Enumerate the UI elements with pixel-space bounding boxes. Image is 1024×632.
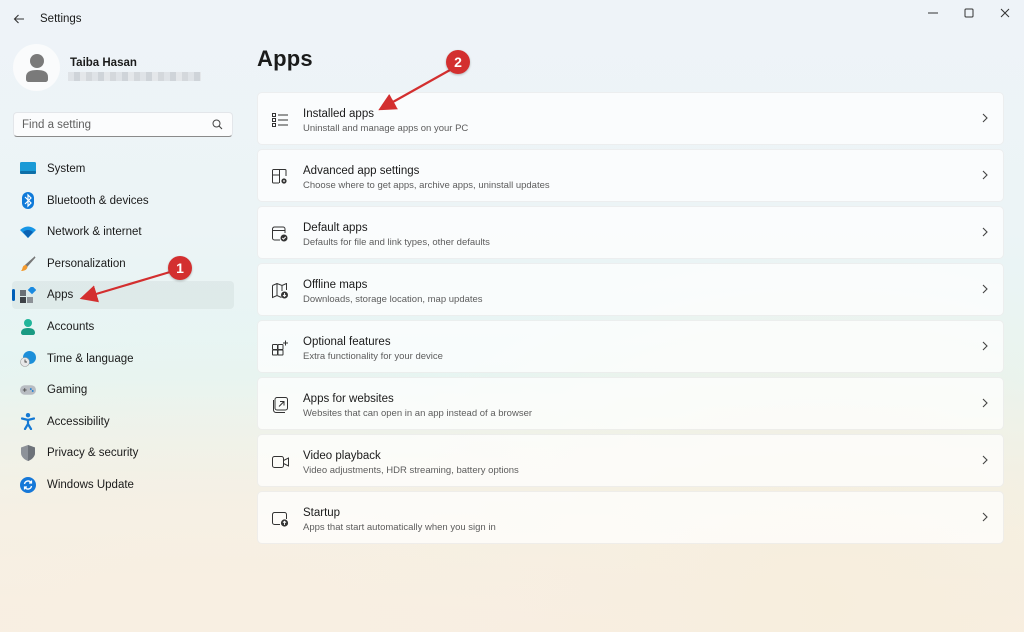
sidebar-item-label: Apps — [47, 289, 74, 302]
sidebar-item-label: Accessibility — [47, 415, 110, 428]
sidebar-item-label: Time & language — [47, 352, 134, 365]
chevron-right-icon — [982, 227, 988, 237]
sidebar-item-label: Accounts — [47, 320, 95, 333]
card-optional-features[interactable]: Optional features Extra functionality fo… — [257, 320, 1004, 373]
card-default-apps[interactable]: Default apps Defaults for file and link … — [257, 206, 1004, 259]
card-startup[interactable]: Startup Apps that start automatically wh… — [257, 491, 1004, 544]
sidebar-item-bluetooth[interactable]: Bluetooth & devices — [12, 187, 234, 215]
user-profile[interactable]: Taiba Hasan — [13, 44, 233, 92]
card-title: Advanced app settings — [303, 165, 420, 177]
apps-websites-icon — [271, 396, 289, 414]
chevron-right-icon — [982, 398, 988, 408]
card-title: Optional features — [303, 336, 391, 348]
active-indicator — [12, 289, 15, 302]
card-description: Downloads, storage location, map updates — [303, 294, 483, 305]
sidebar-item-system[interactable]: System — [12, 155, 234, 183]
accessibility-icon — [20, 413, 36, 431]
chevron-right-icon — [982, 455, 988, 465]
sidebar-item-label: Windows Update — [47, 478, 134, 491]
sidebar-item-accounts[interactable]: Accounts — [12, 313, 234, 341]
maximize-icon — [964, 8, 974, 18]
sidebar-item-label: Bluetooth & devices — [47, 194, 149, 207]
card-title: Apps for websites — [303, 393, 394, 405]
settings-window: Settings Taiba Hasan Sys — [0, 0, 1024, 632]
sidebar-item-privacy[interactable]: Privacy & security — [12, 439, 234, 467]
sidebar-nav: System Bluetooth & devices Network & int… — [12, 155, 234, 503]
list-icon — [271, 111, 289, 129]
apps-icon — [20, 287, 36, 304]
chevron-right-icon — [982, 341, 988, 351]
title-bar: Settings — [0, 0, 1024, 40]
sidebar-item-accessibility[interactable]: Accessibility — [12, 408, 234, 436]
sidebar-item-label: Personalization — [47, 257, 126, 270]
chevron-right-icon — [982, 512, 988, 522]
card-description: Websites that can open in an app instead… — [303, 408, 533, 419]
search-box[interactable] — [13, 112, 233, 137]
update-icon — [20, 476, 36, 493]
user-avatar-icon — [25, 53, 48, 82]
card-title: Default apps — [303, 222, 368, 234]
gamepad-icon — [20, 382, 36, 398]
close-icon — [1000, 8, 1010, 18]
wifi-icon — [20, 224, 36, 240]
sidebar-item-label: Privacy & security — [47, 447, 139, 460]
card-description: Uninstall and manage apps on your PC — [303, 123, 469, 134]
back-button[interactable] — [8, 8, 30, 30]
optional-features-icon — [271, 339, 289, 357]
time-language-icon — [20, 350, 36, 367]
back-arrow-icon — [13, 14, 24, 24]
search-input[interactable] — [22, 118, 202, 131]
card-video-playback[interactable]: Video playback Video adjustments, HDR st… — [257, 434, 1004, 487]
offline-map-icon — [271, 282, 289, 300]
chevron-right-icon — [982, 170, 988, 180]
video-icon — [271, 453, 289, 471]
card-description: Apps that start automatically when you s… — [303, 522, 496, 533]
card-installed-apps[interactable]: Installed apps Uninstall and manage apps… — [257, 92, 1004, 145]
sidebar-item-network[interactable]: Network & internet — [12, 218, 234, 246]
card-title: Video playback — [303, 450, 381, 462]
card-title: Startup — [303, 507, 341, 519]
card-description: Choose where to get apps, archive apps, … — [303, 180, 550, 191]
sidebar-item-apps[interactable]: Apps — [12, 281, 234, 310]
sidebar-item-gaming[interactable]: Gaming — [12, 376, 234, 404]
minimize-icon — [928, 12, 938, 14]
card-description: Defaults for file and link types, other … — [303, 237, 490, 248]
annotation-badge-1: 1 — [168, 256, 192, 280]
sidebar-item-windows-update[interactable]: Windows Update — [12, 471, 234, 499]
chevron-right-icon — [982, 284, 988, 294]
user-email-redacted — [68, 72, 201, 81]
sidebar-item-label: Gaming — [47, 384, 88, 397]
chevron-right-icon — [982, 113, 988, 123]
search-icon[interactable] — [212, 119, 223, 130]
shield-icon — [20, 445, 36, 462]
card-title: Offline maps — [303, 279, 368, 291]
card-offline-maps[interactable]: Offline maps Downloads, storage location… — [257, 263, 1004, 316]
avatar[interactable] — [13, 44, 60, 91]
brush-icon — [20, 256, 36, 272]
apps-settings-list: Installed apps Uninstall and manage apps… — [257, 92, 1004, 548]
sidebar-item-label: System — [47, 163, 86, 175]
sidebar-item-personalization[interactable]: Personalization — [12, 250, 234, 278]
close-button[interactable] — [982, 0, 1024, 26]
sidebar-item-time-language[interactable]: Time & language — [12, 345, 234, 373]
app-title: Settings — [40, 13, 82, 25]
card-apps-for-websites[interactable]: Apps for websites Websites that can open… — [257, 377, 1004, 430]
annotation-badge-2: 2 — [446, 50, 470, 74]
accounts-icon — [20, 318, 36, 335]
sidebar-item-label: Network & internet — [47, 226, 142, 239]
card-title: Installed apps — [303, 108, 374, 120]
card-description: Video adjustments, HDR streaming, batter… — [303, 465, 519, 476]
startup-icon — [271, 510, 289, 528]
card-description: Extra functionality for your device — [303, 351, 443, 362]
app-settings-icon — [271, 168, 289, 186]
bluetooth-icon — [20, 192, 36, 210]
card-advanced-app-settings[interactable]: Advanced app settings Choose where to ge… — [257, 149, 1004, 202]
user-name: Taiba Hasan — [70, 57, 137, 69]
system-icon — [20, 161, 36, 177]
page-title: Apps — [257, 46, 313, 71]
default-apps-icon — [271, 225, 289, 243]
